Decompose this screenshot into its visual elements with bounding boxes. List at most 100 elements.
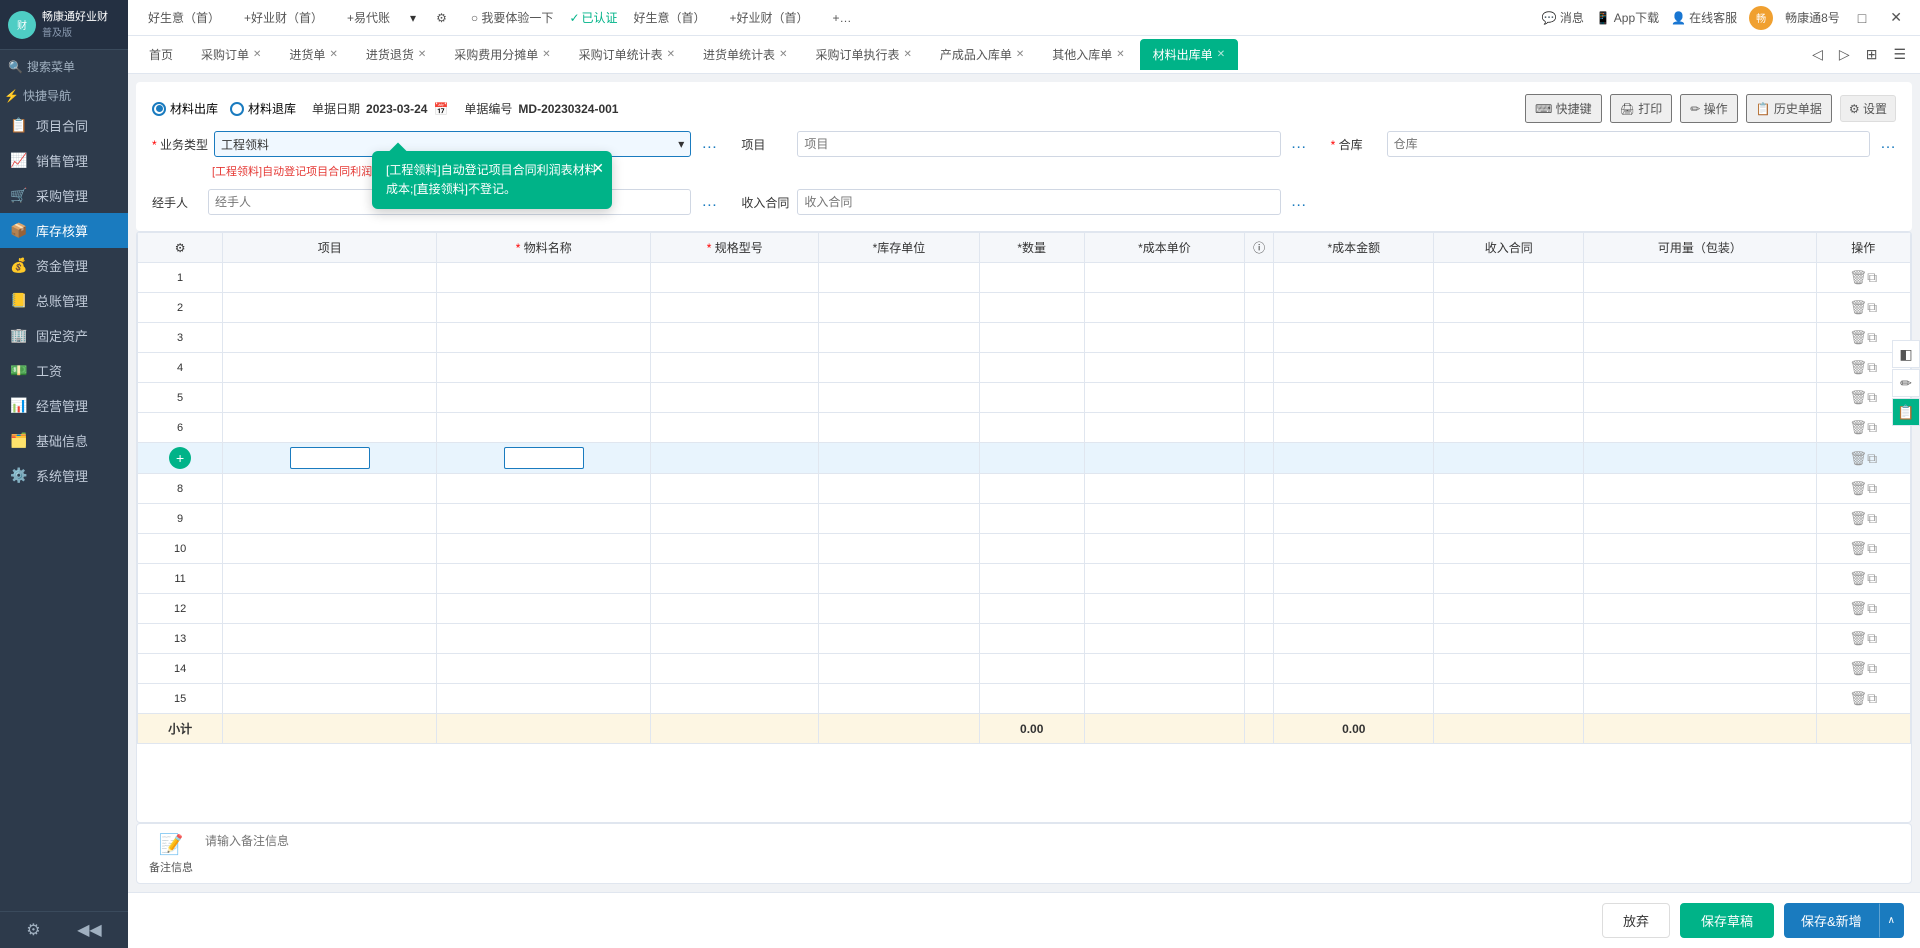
topbar-service[interactable]: 👤 在线客服: [1671, 9, 1737, 26]
tab-close[interactable]: ✕: [329, 49, 337, 60]
right-panel-btn[interactable]: ◧: [1892, 340, 1920, 368]
sidebar-item-project[interactable]: 📋 项目合同: [0, 108, 128, 143]
delete-row-btn[interactable]: 🗑: [1849, 690, 1867, 706]
save-new-arrow[interactable]: ∧: [1879, 903, 1904, 938]
delete-row-btn[interactable]: 🗑: [1849, 600, 1867, 616]
topbar-haoyecai[interactable]: +好业财（首）: [236, 5, 331, 30]
right-note-btn[interactable]: ✏: [1892, 369, 1920, 397]
warehouse-input[interactable]: [1387, 131, 1870, 157]
delete-row-btn[interactable]: 🗑: [1849, 510, 1867, 526]
radio-material-out[interactable]: 材料出库: [152, 100, 218, 117]
biz-type-dots[interactable]: …: [701, 135, 717, 153]
tab-prev[interactable]: ◁: [1806, 42, 1829, 67]
sidebar-item-ops[interactable]: 📊 经营管理: [0, 388, 128, 423]
topbar-more2[interactable]: +…: [825, 7, 860, 29]
topbar-haoshengyi[interactable]: 好生意（首）: [140, 5, 228, 30]
copy-row-btn[interactable]: ⧉: [1867, 359, 1877, 375]
print-btn[interactable]: 🖨 打印: [1610, 94, 1673, 123]
tab-close[interactable]: ✕: [1217, 49, 1225, 60]
topbar-app[interactable]: 📱 App下载: [1596, 9, 1659, 26]
tab-purchase-stat[interactable]: 采购订单统计表✕: [566, 39, 688, 70]
quick-nav[interactable]: ⚡ 快捷导航: [0, 83, 128, 108]
sidebar-settings-icon[interactable]: ⚙: [26, 920, 40, 940]
window-close[interactable]: ✕: [1884, 5, 1908, 30]
tab-next[interactable]: ▷: [1833, 42, 1856, 67]
tab-purchase-expense[interactable]: 采购费用分摊单✕: [441, 39, 563, 70]
topbar-yidaizhang[interactable]: +易代账: [339, 5, 398, 30]
operation-btn[interactable]: ✏ 操作: [1680, 94, 1737, 123]
tab-close[interactable]: ✕: [779, 49, 787, 60]
delete-row-btn[interactable]: 🗑: [1849, 480, 1867, 496]
delete-row-btn[interactable]: 🗑: [1849, 630, 1867, 646]
copy-row-btn[interactable]: ⧉: [1867, 389, 1877, 405]
copy-row-btn[interactable]: ⧉: [1867, 450, 1877, 466]
copy-row-btn[interactable]: ⧉: [1867, 690, 1877, 706]
copy-row-btn[interactable]: ⧉: [1867, 299, 1877, 315]
add-row-item-input[interactable]: [290, 447, 370, 469]
window-restore[interactable]: □: [1852, 6, 1872, 30]
copy-row-btn[interactable]: ⧉: [1867, 510, 1877, 526]
topbar-experience[interactable]: ○ 我要体验一下: [463, 5, 562, 30]
sidebar-item-sales[interactable]: 📈 销售管理: [0, 143, 128, 178]
tooltip-close[interactable]: ✕: [592, 157, 604, 179]
topbar-haoyecai2[interactable]: +好业财（首）: [722, 5, 817, 30]
topbar-msg[interactable]: 💬 消息: [1542, 9, 1584, 26]
copy-row-btn[interactable]: ⧉: [1867, 419, 1877, 435]
save-new-button[interactable]: 保存&新增: [1784, 903, 1879, 938]
sidebar-collapse-icon[interactable]: ◀◀: [77, 920, 102, 940]
sidebar-item-system[interactable]: ⚙️ 系统管理: [0, 458, 128, 493]
sidebar-item-inventory[interactable]: 📦 库存核算: [0, 213, 128, 248]
tab-close[interactable]: ✕: [903, 49, 911, 60]
shortcut-btn[interactable]: ⌨ 快捷键: [1525, 94, 1602, 123]
tab-material-out[interactable]: 材料出库单✕: [1140, 39, 1238, 70]
sidebar-item-finance[interactable]: 💰 资金管理: [0, 248, 128, 283]
save-draft-button[interactable]: 保存草稿: [1680, 903, 1774, 938]
tab-purchase-order[interactable]: 采购订单✕: [188, 39, 274, 70]
income-contract-dots[interactable]: …: [1291, 193, 1307, 211]
add-row-btn[interactable]: +: [169, 447, 191, 469]
tab-close[interactable]: ✕: [1116, 49, 1124, 60]
topbar-settings-btn[interactable]: ⚙: [428, 7, 455, 29]
delete-row-btn[interactable]: 🗑: [1849, 269, 1867, 285]
project-input[interactable]: [797, 131, 1280, 157]
delete-row-btn[interactable]: 🗑: [1849, 389, 1867, 405]
copy-row-btn[interactable]: ⧉: [1867, 570, 1877, 586]
delete-row-btn[interactable]: 🗑: [1849, 359, 1867, 375]
copy-row-btn[interactable]: ⧉: [1867, 540, 1877, 556]
tab-close[interactable]: ✕: [253, 49, 261, 60]
tab-close[interactable]: ✕: [667, 49, 675, 60]
sidebar-item-purchase[interactable]: 🛒 采购管理: [0, 178, 128, 213]
copy-row-btn[interactable]: ⧉: [1867, 600, 1877, 616]
col-settings[interactable]: ⚙: [138, 233, 223, 263]
date-value[interactable]: 2023-03-24: [366, 102, 427, 116]
tab-inbound[interactable]: 进货单✕: [276, 39, 350, 70]
delete-row-btn[interactable]: 🗑: [1849, 329, 1867, 345]
copy-row-btn[interactable]: ⧉: [1867, 269, 1877, 285]
tab-inbound-stat[interactable]: 进货单统计表✕: [690, 39, 800, 70]
delete-row-btn[interactable]: 🗑: [1849, 660, 1867, 676]
avatar[interactable]: 畅: [1749, 6, 1773, 30]
copy-row-btn[interactable]: ⧉: [1867, 660, 1877, 676]
delete-row-btn[interactable]: 🗑: [1849, 570, 1867, 586]
agent-dots[interactable]: …: [701, 193, 717, 211]
col-cost-info[interactable]: ⓘ: [1245, 233, 1274, 263]
project-dots[interactable]: …: [1291, 135, 1307, 153]
tab-home[interactable]: 首页: [136, 39, 186, 70]
copy-row-btn[interactable]: ⧉: [1867, 630, 1877, 646]
sidebar-item-ledger[interactable]: 📒 总账管理: [0, 283, 128, 318]
tab-close[interactable]: ✕: [542, 49, 550, 60]
search-menu[interactable]: 🔍 搜索菜单: [0, 50, 128, 83]
add-row-material-input[interactable]: [504, 447, 584, 469]
tab-purchase-exec[interactable]: 采购订单执行表✕: [802, 39, 924, 70]
settings-btn[interactable]: ⚙ 设置: [1840, 95, 1896, 122]
topbar-haoshengyi2[interactable]: 好生意（首）: [626, 5, 714, 30]
tab-close[interactable]: ✕: [1016, 49, 1024, 60]
tab-other-inbound[interactable]: 其他入库单✕: [1039, 39, 1137, 70]
delete-row-btn[interactable]: 🗑: [1849, 450, 1867, 466]
sidebar-item-basic[interactable]: 🗂️ 基础信息: [0, 423, 128, 458]
tab-list-view[interactable]: ☰: [1887, 42, 1912, 67]
calendar-icon[interactable]: 📅: [433, 102, 448, 116]
delete-row-btn[interactable]: 🗑: [1849, 299, 1867, 315]
radio-material-return[interactable]: 材料退库: [230, 100, 296, 117]
copy-row-btn[interactable]: ⧉: [1867, 480, 1877, 496]
